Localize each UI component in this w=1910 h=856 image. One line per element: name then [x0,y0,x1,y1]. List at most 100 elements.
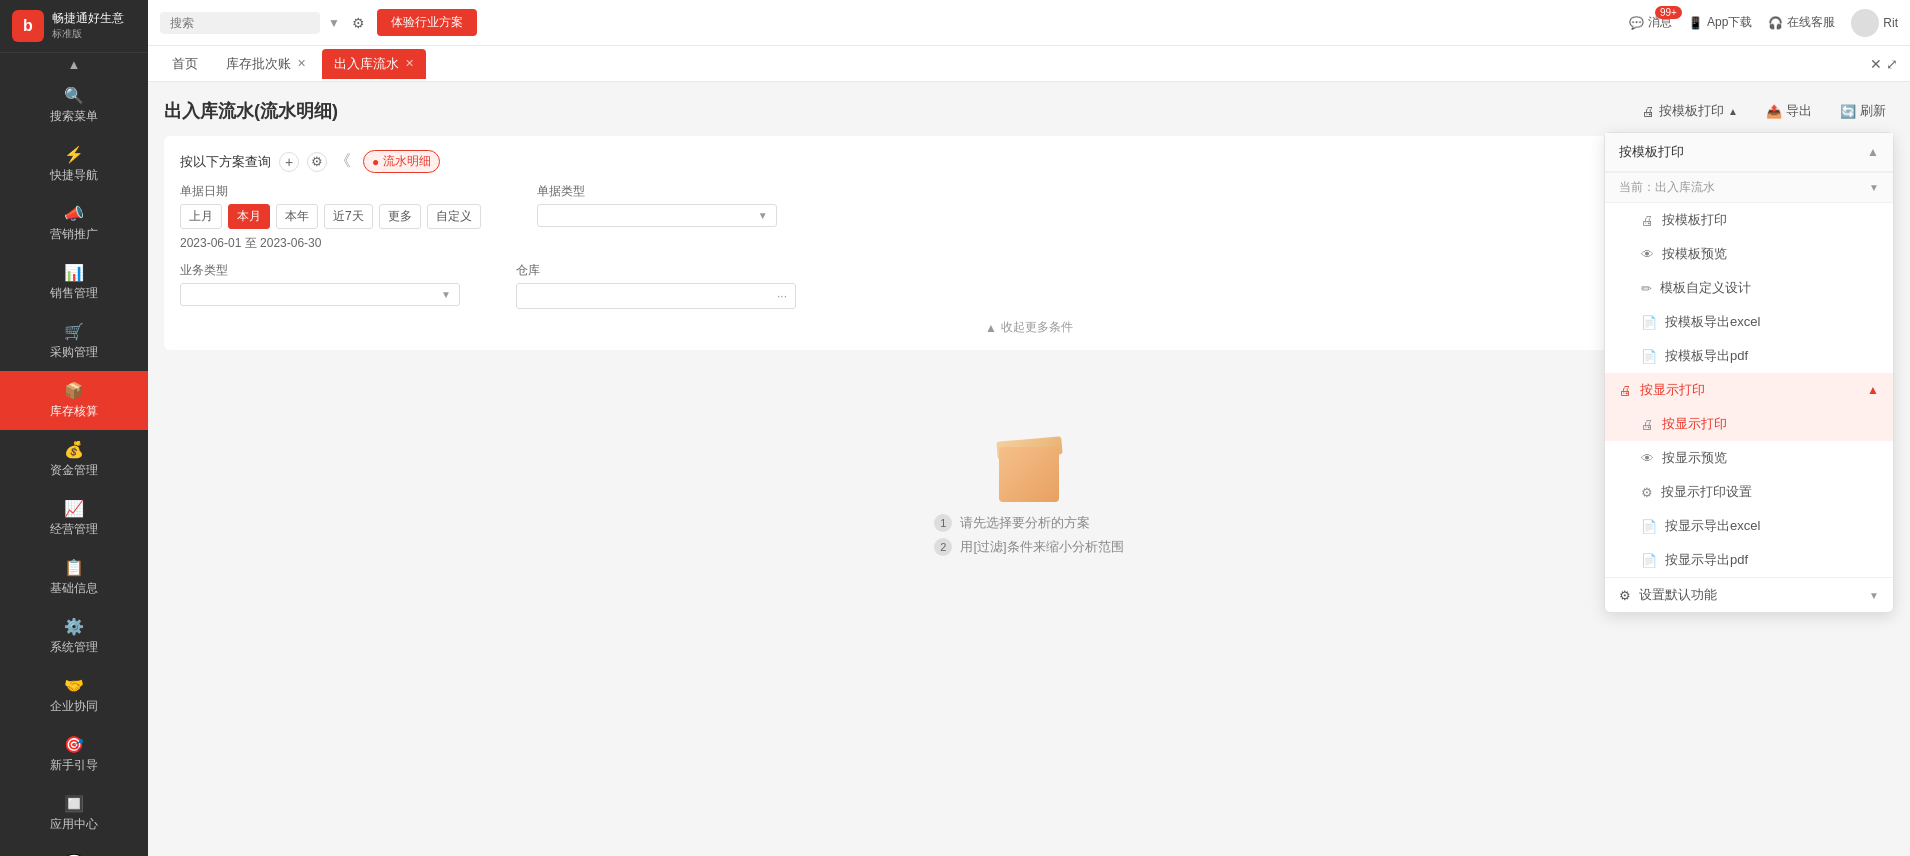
sidebar-item-icon-sales: 📊 [64,263,84,282]
template-print-item-4[interactable]: 📄按模板导出pdf [1605,339,1893,373]
display-item-label-0: 按显示打印 [1662,415,1727,433]
dropdown-header[interactable]: 按模板打印 ▲ [1605,133,1893,172]
display-print-section-header[interactable]: 🖨 按显示打印 ▲ [1605,373,1893,407]
display-print-section-label: 按显示打印 [1640,381,1705,399]
display-print-item-4[interactable]: 📄按显示导出pdf [1605,543,1893,577]
sidebar-item-purchase[interactable]: 🛒 采购管理 [0,312,148,371]
service-icon: 🎧 [1768,16,1783,30]
sidebar-item-finance[interactable]: 💰 资金管理 [0,430,148,489]
sidebar-item-search[interactable]: 🔍 搜索菜单 [0,76,148,135]
refresh-label: 刷新 [1860,102,1886,120]
display-print-item-1[interactable]: 👁按显示预览 [1605,441,1893,475]
app-download-button[interactable]: 📱 App下载 [1688,14,1752,31]
display-print-item-3[interactable]: 📄按显示导出excel [1605,509,1893,543]
sidebar-item-appcenter[interactable]: 🔲 应用中心 [0,784,148,843]
filter-settings-button[interactable]: ⚙ [307,152,327,172]
sidebar-item-label-basicinfo: 基础信息 [50,580,98,597]
display-item-icon-0: 🖨 [1641,417,1654,432]
empty-step-1: 1 请先选择要分析的方案 [934,514,1090,532]
main-area: ▼ ⚙ 体验行业方案 💬 消息 99+ 📱 App下载 🎧 在线客服 Rit [148,0,1910,856]
dropdown-current-arrow-icon: ▼ [1869,182,1879,193]
app-logo-icon: b [12,10,44,42]
sidebar-item-inventory[interactable]: 📦 库存核算 [0,371,148,430]
date-custom-btn[interactable]: 自定义 [427,204,481,229]
template-print-item-0[interactable]: 🖨按模板打印 [1605,203,1893,237]
tabs-bar: 首页库存批次账✕出入库流水✕ ✕ ⤢ [148,46,1910,82]
date-this-month-btn[interactable]: 本月 [228,204,270,229]
date-more-btn[interactable]: 更多 [379,204,421,229]
sidebar-item-icon-finance: 💰 [64,440,84,459]
export-icon: 📤 [1766,104,1782,119]
sidebar-item-label-collab: 企业协同 [50,698,98,715]
date-this-year-btn[interactable]: 本年 [276,204,318,229]
display-print-item-2[interactable]: ⚙按显示打印设置 [1605,475,1893,509]
sidebar-item-basicinfo[interactable]: 📋 基础信息 [0,548,148,607]
biz-type-select[interactable]: ▼ [180,283,460,306]
active-filter-tag[interactable]: ● 流水明细 [363,150,440,173]
sidebar-item-operations[interactable]: 📈 经营管理 [0,489,148,548]
tab-flow[interactable]: 出入库流水✕ [322,49,426,79]
app-version: 标准版 [52,27,124,41]
industry-solution-button[interactable]: 体验行业方案 [377,9,477,36]
template-item-icon-0: 🖨 [1641,213,1654,228]
content-area: 出入库流水(流水明细) 🖨 按模板打印 ▲ 📤 导出 🔄 刷新 [148,82,1910,856]
display-item-label-2: 按显示打印设置 [1661,483,1752,501]
dropdown-current-label: 当前：出入库流水 [1619,179,1715,196]
dropdown-footer-label: 设置默认功能 [1639,586,1717,604]
print-template-button[interactable]: 🖨 按模板打印 ▲ [1634,98,1746,124]
tab-home[interactable]: 首页 [160,49,210,79]
sidebar-item-system[interactable]: ⚙️ 系统管理 [0,607,148,666]
template-item-icon-1: 👁 [1641,247,1654,262]
tab-close-batch[interactable]: ✕ [297,57,306,70]
search-input[interactable] [160,12,320,34]
export-label: 导出 [1786,102,1812,120]
warehouse-more-icon[interactable]: ··· [777,289,787,303]
filter-tag-label: 流水明细 [383,153,431,170]
sidebar-item-shortcut[interactable]: ⚡ 快捷导航 [0,135,148,194]
sidebar-item-icon-marketing: 📣 [64,204,84,223]
search-chevron-icon[interactable]: ▼ [328,16,340,30]
filter-collapse-btn[interactable]: 《 [335,151,351,172]
sidebar-scroll-up[interactable]: ▲ [0,53,148,76]
template-print-item-3[interactable]: 📄按模板导出excel [1605,305,1893,339]
sidebar-item-corpwechat[interactable]: 💬 企业微信 [0,843,148,856]
tab-close-flow[interactable]: ✕ [405,57,414,70]
dropdown-footer-arrow-icon: ▼ [1869,590,1879,601]
refresh-icon: 🔄 [1840,104,1856,119]
sidebar-item-collab[interactable]: 🤝 企业协同 [0,666,148,725]
sidebar-item-marketing[interactable]: 📣 营销推广 [0,194,148,253]
sidebar-item-icon-purchase: 🛒 [64,322,84,341]
window-expand-button[interactable]: ⤢ [1886,56,1898,72]
template-item-label-1: 按模板预览 [1662,245,1727,263]
sidebar-item-icon-guide: 🎯 [64,735,84,754]
app-name: 畅捷通好生意 [52,11,124,27]
sidebar-items-container: 🔍 搜索菜单 ⚡ 快捷导航 📣 营销推广 📊 销售管理 🛒 采购管理 📦 库存核… [0,76,148,856]
window-close-button[interactable]: ✕ [1870,56,1882,72]
sidebar-item-guide[interactable]: 🎯 新手引导 [0,725,148,784]
page-actions: 🖨 按模板打印 ▲ 📤 导出 🔄 刷新 按模板打印 ▲ [1634,98,1894,124]
template-print-item-1[interactable]: 👁 按模板预览 [1605,237,1893,271]
dropdown-current-section[interactable]: 当前：出入库流水 ▼ [1605,172,1893,203]
tab-batch[interactable]: 库存批次账✕ [214,49,318,79]
message-button[interactable]: 💬 消息 99+ [1629,14,1672,31]
display-print-section-arrow-icon: ▲ [1867,383,1879,397]
refresh-button[interactable]: 🔄 刷新 [1832,98,1894,124]
settings-default-icon: ⚙ [1619,588,1631,603]
display-print-icon: 🖨 [1619,383,1632,398]
filter-add-button[interactable]: + [279,152,299,172]
user-avatar-button[interactable]: Rit [1851,9,1898,37]
filter-tag-icon: ● [372,155,379,169]
date-7days-btn[interactable]: 近7天 [324,204,373,229]
doc-type-select[interactable]: ▼ [537,204,777,227]
sidebar-item-sales[interactable]: 📊 销售管理 [0,253,148,312]
export-button[interactable]: 📤 导出 [1758,98,1820,124]
dropdown-footer[interactable]: ⚙ 设置默认功能 ▼ [1605,577,1893,612]
online-service-button[interactable]: 🎧 在线客服 [1768,14,1835,31]
template-item-label-3: 按模板导出excel [1665,313,1760,331]
topbar-gear-icon[interactable]: ⚙ [352,15,365,31]
warehouse-select[interactable]: ··· [516,283,796,309]
display-print-item-0[interactable]: 🖨 按显示打印 [1605,407,1893,441]
template-print-item-2[interactable]: ✏模板自定义设计 [1605,271,1893,305]
dropdown-header-title: 按模板打印 [1619,143,1684,161]
date-last-month-btn[interactable]: 上月 [180,204,222,229]
